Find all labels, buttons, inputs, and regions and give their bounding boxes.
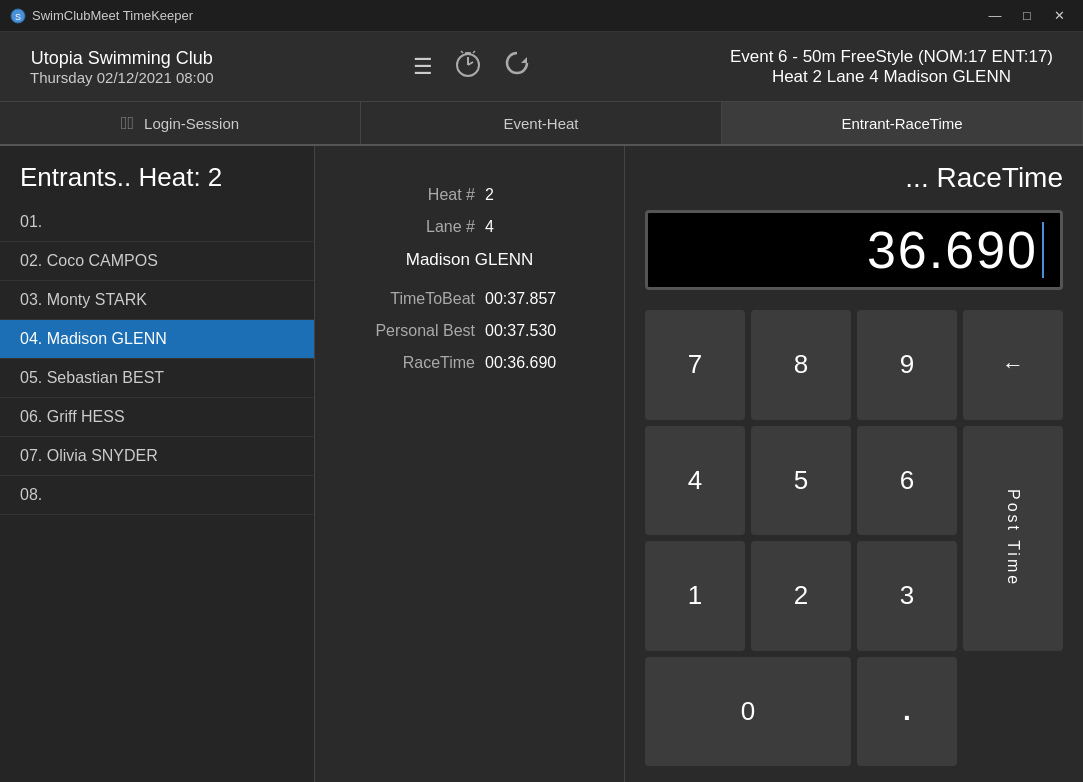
personalbest-label: Personal Best <box>345 322 475 340</box>
timetobeat-value: 00:37.857 <box>485 290 556 308</box>
numpad: 7 8 9 ← 4 5 6 Post Time 1 2 3 0 . <box>645 310 1063 766</box>
time-value: 36.690 <box>867 220 1038 280</box>
num-6-button[interactable]: 6 <box>857 426 957 536</box>
dot-button[interactable]: . <box>857 657 957 767</box>
title-bar-left: S SwimClubMeet TimeKeeper <box>10 8 193 24</box>
left-panel: Entrants.. Heat: 2 01. 02. Coco CAMPOS 0… <box>0 146 315 782</box>
maximize-button[interactable]: □ <box>1013 5 1041 27</box>
lane-row: Lane # 4 <box>345 218 594 236</box>
tab-entrant-racetime[interactable]: Entrant-RaceTime <box>722 102 1083 144</box>
heat-label: Heat # <box>345 186 475 204</box>
center-entrant-name: Madison GLENN <box>345 250 594 270</box>
entrant-02: 02. Coco CAMPOS <box>20 252 158 269</box>
backspace-button[interactable]: ← <box>963 310 1063 420</box>
header-controls: ☰ <box>413 48 531 85</box>
tab-login-session[interactable]: 👁̸ Login-Session <box>0 102 361 144</box>
racetime-row: RaceTime 00:36.690 <box>345 354 594 372</box>
svg-rect-5 <box>465 52 471 55</box>
num-1-button[interactable]: 1 <box>645 541 745 651</box>
panel-title: Entrants.. Heat: 2 <box>0 146 314 203</box>
entrant-07: 07. Olivia SNYDER <box>20 447 158 464</box>
list-item-selected[interactable]: 04. Madison GLENN <box>0 320 314 359</box>
stopwatch-icon <box>453 48 483 85</box>
svg-line-6 <box>461 51 463 53</box>
center-panel: Heat # 2 Lane # 4 Madison GLENN TimeToBe… <box>315 146 625 782</box>
num-9-button[interactable]: 9 <box>857 310 957 420</box>
num-8-button[interactable]: 8 <box>751 310 851 420</box>
list-item[interactable]: 03. Monty STARK <box>0 281 314 320</box>
list-item[interactable]: 02. Coco CAMPOS <box>0 242 314 281</box>
num-0-button[interactable]: 0 <box>645 657 851 767</box>
tab-event-heat[interactable]: Event-Heat <box>361 102 722 144</box>
close-button[interactable]: ✕ <box>1045 5 1073 27</box>
list-item[interactable]: 05. Sebastian BEST <box>0 359 314 398</box>
time-display: 36.690 <box>645 210 1063 290</box>
title-bar: S SwimClubMeet TimeKeeper — □ ✕ <box>0 0 1083 32</box>
time-cursor <box>1042 222 1044 278</box>
racetime-label: RaceTime <box>345 354 475 372</box>
tab-event-heat-label: Event-Heat <box>503 115 578 132</box>
tab-entrant-racetime-label: Entrant-RaceTime <box>841 115 962 132</box>
entrant-06: 06. Griff HESS <box>20 408 125 425</box>
heat-info: Heat 2 Lane 4 Madison GLENN <box>730 67 1053 87</box>
header: Utopia Swimming Club Thursday 02/12/2021… <box>0 32 1083 102</box>
num-3-button[interactable]: 3 <box>857 541 957 651</box>
personalbest-row: Personal Best 00:37.530 <box>345 322 594 340</box>
main-content: Entrants.. Heat: 2 01. 02. Coco CAMPOS 0… <box>0 146 1083 782</box>
lane-label: Lane # <box>345 218 475 236</box>
timetobeat-label: TimeToBeat <box>345 290 475 308</box>
entrant-05: 05. Sebastian BEST <box>20 369 164 386</box>
heat-row: Heat # 2 <box>345 186 594 204</box>
svg-marker-8 <box>521 57 527 63</box>
post-time-button[interactable]: Post Time <box>963 426 1063 651</box>
lane-value: 4 <box>485 218 494 236</box>
num-4-button[interactable]: 4 <box>645 426 745 536</box>
list-item[interactable]: 07. Olivia SNYDER <box>0 437 314 476</box>
num-5-button[interactable]: 5 <box>751 426 851 536</box>
num-7-button[interactable]: 7 <box>645 310 745 420</box>
club-name: Utopia Swimming Club <box>30 48 213 69</box>
title-bar-controls: — □ ✕ <box>981 5 1073 27</box>
heat-value: 2 <box>485 186 494 204</box>
list-item[interactable]: 08. <box>0 476 314 515</box>
date-time: Thursday 02/12/2021 08:00 <box>30 69 213 86</box>
header-event-info: Event 6 - 50m FreeStyle (NOM:17 ENT:17) … <box>730 47 1053 87</box>
eye-slash-icon: 👁̸ <box>121 113 134 134</box>
reset-icon[interactable] <box>503 49 531 84</box>
list-item[interactable]: 06. Griff HESS <box>0 398 314 437</box>
racetime-title: ... RaceTime <box>645 162 1063 194</box>
minimize-button[interactable]: — <box>981 5 1009 27</box>
tab-login-session-label: Login-Session <box>144 115 239 132</box>
event-title: Event 6 - 50m FreeStyle (NOM:17 ENT:17) <box>730 47 1053 67</box>
right-panel: ... RaceTime 36.690 7 8 9 ← 4 5 6 Post T… <box>625 146 1083 782</box>
svg-line-7 <box>473 51 475 53</box>
list-item[interactable]: 01. <box>0 203 314 242</box>
entrant-04: 04. Madison GLENN <box>20 330 167 347</box>
entrant-list: 01. 02. Coco CAMPOS 03. Monty STARK 04. … <box>0 203 314 515</box>
app-icon: S <box>10 8 26 24</box>
racetime-value: 00:36.690 <box>485 354 556 372</box>
app-title: SwimClubMeet TimeKeeper <box>32 8 193 23</box>
entrant-01: 01. <box>20 213 42 230</box>
timetobeat-row: TimeToBeat 00:37.857 <box>345 290 594 308</box>
entrant-08: 08. <box>20 486 42 503</box>
hamburger-icon[interactable]: ☰ <box>413 54 433 80</box>
num-2-button[interactable]: 2 <box>751 541 851 651</box>
personalbest-value: 00:37.530 <box>485 322 556 340</box>
svg-text:S: S <box>15 12 21 22</box>
entrant-03: 03. Monty STARK <box>20 291 147 308</box>
header-club-info: Utopia Swimming Club Thursday 02/12/2021… <box>30 48 213 86</box>
tabs: 👁̸ Login-Session Event-Heat Entrant-Race… <box>0 102 1083 146</box>
